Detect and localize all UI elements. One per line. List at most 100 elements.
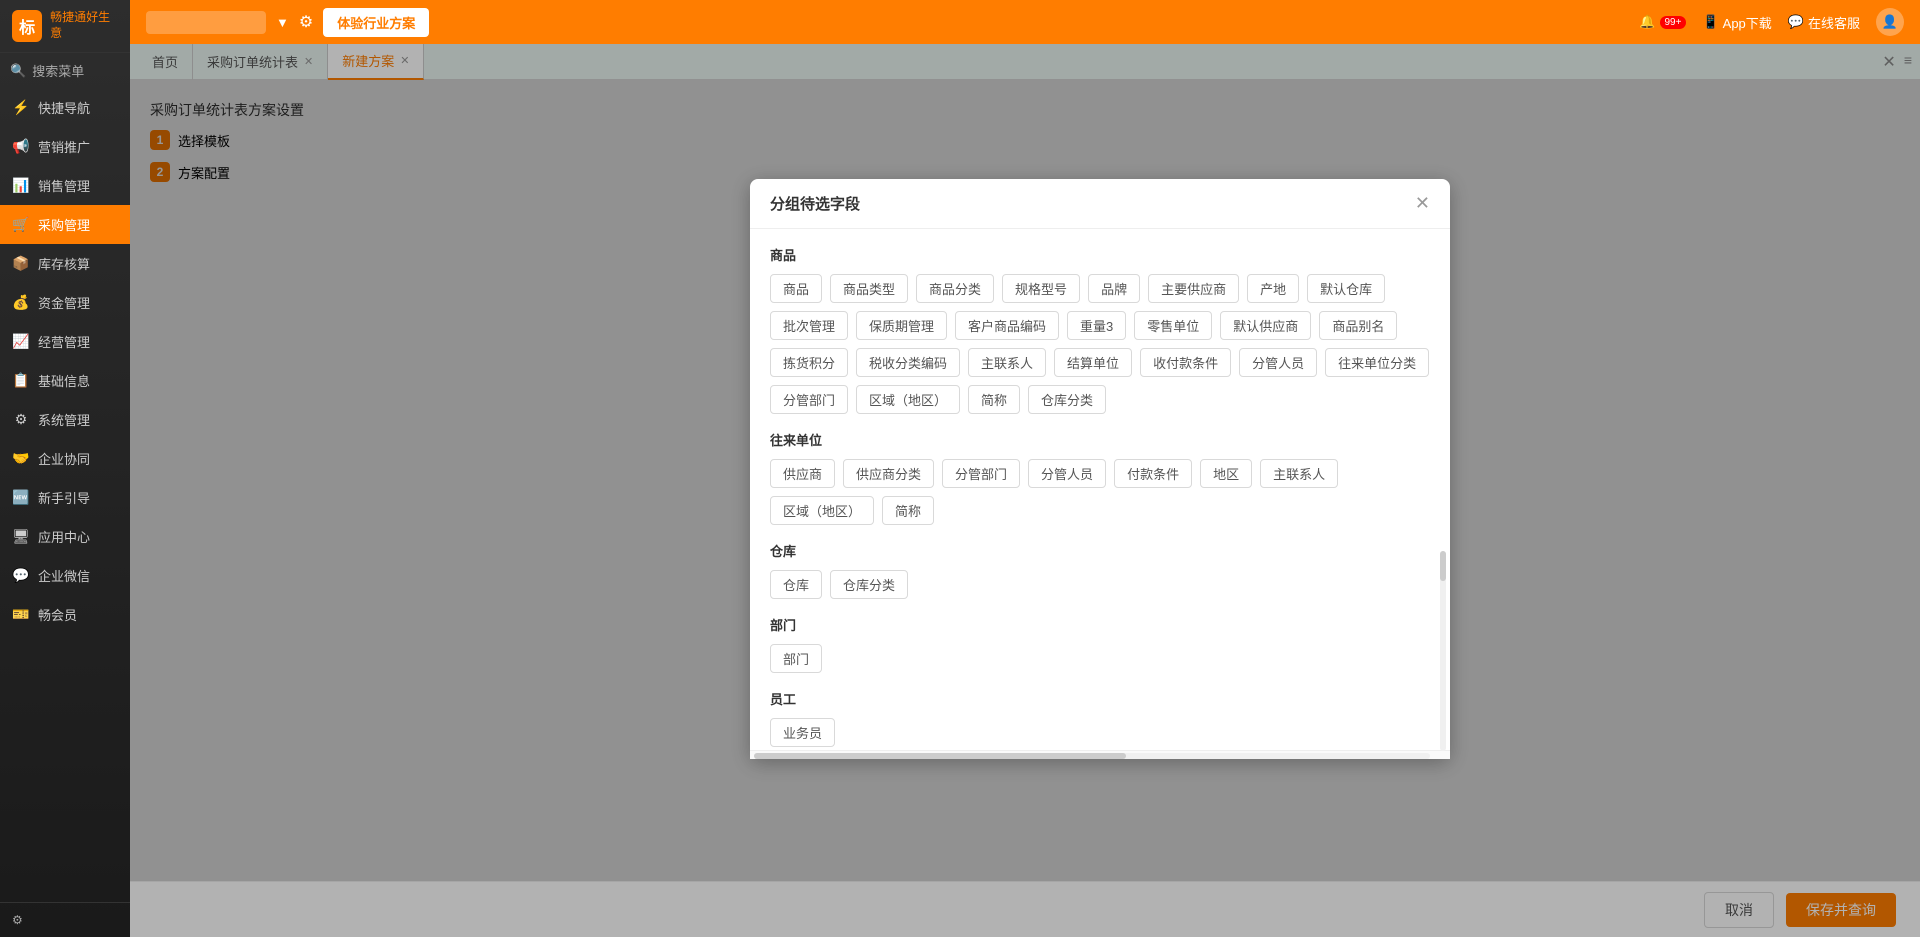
field-tag[interactable]: 主联系人 [1260, 459, 1338, 488]
dialog-title: 分组待选字段 [770, 193, 860, 214]
sidebar-item-label: 采购管理 [38, 215, 90, 234]
sidebar-item-appcenter[interactable]: 🖥 应用中心 [0, 517, 130, 556]
sidebar-settings-btn[interactable]: ⚙ [0, 903, 130, 937]
sidebar-item-member[interactable]: 🎫 畅会员 [0, 595, 130, 634]
section-title-部门: 部门 [770, 615, 1430, 634]
appcenter-icon: 🖥 [12, 528, 30, 546]
field-tag[interactable]: 主要供应商 [1148, 274, 1239, 303]
sidebar-item-marketing[interactable]: 📢 营销推广 [0, 127, 130, 166]
user-avatar[interactable]: 👤 [1876, 8, 1904, 36]
header: ▼ ⚙ 体验行业方案 🔔 99+ 📱 App下载 💬 在线客服 👤 [130, 0, 1920, 44]
field-tag[interactable]: 供应商 [770, 459, 835, 488]
field-tag[interactable]: 供应商分类 [843, 459, 934, 488]
field-tag[interactable]: 收付款条件 [1140, 348, 1231, 377]
settings-icon: ⚙ [12, 913, 23, 927]
field-tag[interactable]: 客户商品编码 [955, 311, 1059, 340]
field-tag[interactable]: 地区 [1200, 459, 1252, 488]
field-tag[interactable]: 仓库 [770, 570, 822, 599]
basic-icon: 📋 [12, 372, 30, 390]
field-tag[interactable]: 仓库分类 [1028, 385, 1106, 414]
sidebar-item-finance[interactable]: 💰 资金管理 [0, 283, 130, 322]
notification-item[interactable]: 🔔 99+ [1639, 14, 1686, 30]
header-dropdown-icon[interactable]: ▼ [276, 15, 289, 30]
sidebar-item-basic[interactable]: 📋 基础信息 [0, 361, 130, 400]
quicknav-icon: ⚡ [12, 99, 30, 117]
field-tag[interactable]: 商品类型 [830, 274, 908, 303]
sidebar-item-newbie[interactable]: 🆕 新手引导 [0, 478, 130, 517]
marketing-icon: 📢 [12, 138, 30, 156]
field-select-dialog: 分组待选字段 ✕ 商品商品商品类型商品分类规格型号品牌主要供应商产地默认仓库批次… [750, 179, 1450, 759]
online-service-item[interactable]: 💬 在线客服 [1788, 13, 1860, 32]
header-settings-icon[interactable]: ⚙ [299, 12, 313, 32]
field-tag[interactable]: 拣货积分 [770, 348, 848, 377]
field-tags-商品: 商品商品类型商品分类规格型号品牌主要供应商产地默认仓库批次管理保质期管理客户商品… [770, 274, 1430, 414]
field-tag[interactable]: 零售单位 [1134, 311, 1212, 340]
field-tag[interactable]: 规格型号 [1002, 274, 1080, 303]
field-section-部门: 部门部门 [770, 615, 1430, 673]
field-tag[interactable]: 仓库分类 [830, 570, 908, 599]
field-tag[interactable]: 默认仓库 [1307, 274, 1385, 303]
field-tag[interactable]: 往来单位分类 [1325, 348, 1429, 377]
operations-icon: 📈 [12, 333, 30, 351]
header-right: 🔔 99+ 📱 App下载 💬 在线客服 👤 [1639, 8, 1904, 36]
vscroll-thumb [1440, 551, 1446, 581]
sidebar-item-label: 新手引导 [38, 488, 90, 507]
field-tag[interactable]: 默认供应商 [1220, 311, 1311, 340]
app-download-item[interactable]: 📱 App下载 [1702, 13, 1771, 32]
field-tag[interactable]: 重量3 [1067, 311, 1126, 340]
field-tag[interactable]: 批次管理 [770, 311, 848, 340]
sidebar-item-wechat[interactable]: 💬 企业微信 [0, 556, 130, 595]
field-tag[interactable]: 主联系人 [968, 348, 1046, 377]
field-tags-部门: 部门 [770, 644, 1430, 673]
field-tag[interactable]: 商品别名 [1319, 311, 1397, 340]
field-tag[interactable]: 分管部门 [942, 459, 1020, 488]
field-tag[interactable]: 简称 [968, 385, 1020, 414]
header-search-input[interactable] [146, 11, 266, 34]
sidebar-item-label: 资金管理 [38, 293, 90, 312]
field-tag[interactable]: 区域（地区） [770, 496, 874, 525]
sidebar-item-collab[interactable]: 🤝 企业协同 [0, 439, 130, 478]
dialog-body[interactable]: 商品商品商品类型商品分类规格型号品牌主要供应商产地默认仓库批次管理保质期管理客户… [750, 229, 1450, 751]
sidebar-bottom: ⚙ [0, 902, 130, 937]
sidebar-item-operations[interactable]: 📈 经营管理 [0, 322, 130, 361]
dialog-close-button[interactable]: ✕ [1415, 193, 1430, 214]
field-tag[interactable]: 商品分类 [916, 274, 994, 303]
newbie-icon: 🆕 [12, 489, 30, 507]
field-tag[interactable]: 付款条件 [1114, 459, 1192, 488]
field-tag[interactable]: 品牌 [1088, 274, 1140, 303]
field-tag[interactable]: 简称 [882, 496, 934, 525]
sidebar-item-sales[interactable]: 📊 销售管理 [0, 166, 130, 205]
logo-icon: 标 [12, 10, 42, 42]
field-section-往来单位: 往来单位供应商供应商分类分管部门分管人员付款条件地区主联系人区域（地区） 简称 [770, 430, 1430, 525]
sidebar-item-purchase[interactable]: 🛒 采购管理 [0, 205, 130, 244]
logo-area: 标 畅捷通好生意 [0, 0, 130, 53]
field-tag[interactable]: 区域（地区） [856, 385, 960, 414]
section-title-往来单位: 往来单位 [770, 430, 1430, 449]
online-service-label: 在线客服 [1808, 13, 1860, 32]
sidebar-item-inventory[interactable]: 📦 库存核算 [0, 244, 130, 283]
field-tags-仓库: 仓库仓库分类 [770, 570, 1430, 599]
field-tag[interactable]: 产地 [1247, 274, 1299, 303]
field-tag[interactable]: 商品 [770, 274, 822, 303]
trial-button[interactable]: 体验行业方案 [323, 8, 429, 37]
sidebar: 标 畅捷通好生意 🔍 搜索菜单 ⚡ 快捷导航 📢 营销推广 📊 销售管理 🛒 采… [0, 0, 130, 937]
field-tag[interactable]: 税收分类编码 [856, 348, 960, 377]
service-icon: 💬 [1788, 14, 1804, 30]
system-icon: ⚙ [12, 411, 30, 429]
field-tag[interactable]: 部门 [770, 644, 822, 673]
field-tag[interactable]: 业务员 [770, 718, 835, 747]
sidebar-item-system[interactable]: ⚙ 系统管理 [0, 400, 130, 439]
sidebar-search[interactable]: 🔍 搜索菜单 [0, 53, 130, 88]
sidebar-item-label: 企业协同 [38, 449, 90, 468]
notification-icon: 🔔 [1639, 14, 1655, 30]
field-tag[interactable]: 结算单位 [1054, 348, 1132, 377]
sidebar-item-quicknav[interactable]: ⚡ 快捷导航 [0, 88, 130, 127]
field-tag[interactable]: 分管人员 [1239, 348, 1317, 377]
hscroll-bar [750, 750, 1450, 758]
field-tag[interactable]: 保质期管理 [856, 311, 947, 340]
sidebar-item-label: 库存核算 [38, 254, 90, 273]
vscroll-track [1440, 551, 1446, 751]
field-tag[interactable]: 分管人员 [1028, 459, 1106, 488]
field-tags-往来单位: 供应商供应商分类分管部门分管人员付款条件地区主联系人区域（地区） 简称 [770, 459, 1430, 525]
field-tag[interactable]: 分管部门 [770, 385, 848, 414]
